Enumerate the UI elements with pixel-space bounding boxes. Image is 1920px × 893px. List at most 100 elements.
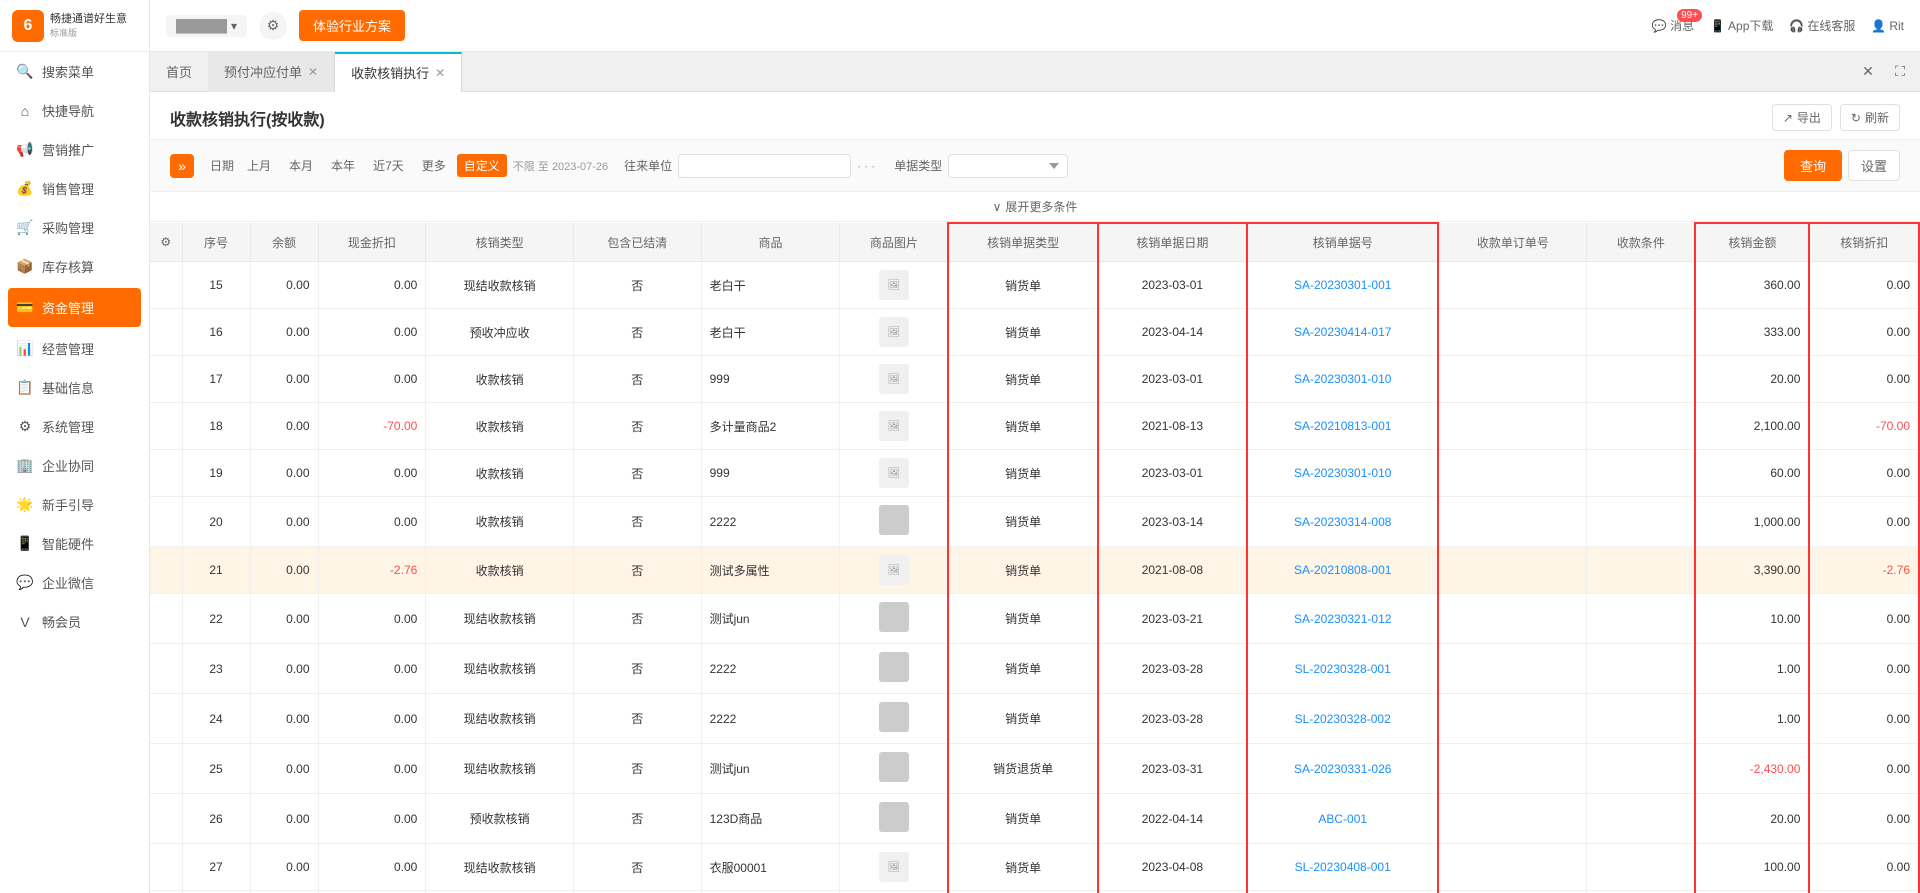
cell-docno[interactable]: SA-20230314-008 bbox=[1247, 497, 1438, 547]
cell-included: 否 bbox=[573, 309, 701, 356]
logo-icon: 6 bbox=[12, 10, 44, 42]
app-icon: 📱 bbox=[1710, 19, 1725, 33]
cell-docno[interactable]: SL-20230328-001 bbox=[1247, 644, 1438, 694]
cell-writeoffamount: 1.00 bbox=[1695, 694, 1809, 744]
tab-prepay-close[interactable]: ✕ bbox=[308, 66, 318, 78]
main-content: ██████ ▾ ⚙ 体验行业方案 💬 消息 99+ 📱 App下载 🎧 在线客… bbox=[150, 0, 1920, 893]
cell-docdate: 2023-03-14 bbox=[1098, 497, 1247, 547]
sidebar-item-label-corp: 企业协同 bbox=[42, 456, 94, 475]
sidebar-item-corp[interactable]: 🏢 企业协同 bbox=[0, 446, 149, 485]
user-icon: 👤 bbox=[1871, 19, 1886, 33]
docno-link[interactable]: SA-20230301-001 bbox=[1294, 278, 1391, 292]
sidebar-item-guide[interactable]: 🌟 新手引导 bbox=[0, 485, 149, 524]
expand-conditions-btn[interactable]: ∨ 展开更多条件 bbox=[993, 198, 1078, 215]
user-avatar[interactable]: 👤 Rit bbox=[1871, 19, 1904, 33]
tab-close-btn[interactable]: ✕ bbox=[1856, 60, 1880, 84]
cell-writeofftype: 现结收款核销 bbox=[426, 594, 574, 644]
tab-receipt-close[interactable]: ✕ bbox=[435, 67, 445, 79]
docno-link[interactable]: SA-20210813-001 bbox=[1294, 419, 1391, 433]
docno-link[interactable]: ABC-001 bbox=[1318, 812, 1367, 826]
docno-link[interactable]: SA-20230301-010 bbox=[1294, 466, 1391, 480]
sidebar-item-baseinfo[interactable]: 📋 基础信息 bbox=[0, 368, 149, 407]
message-btn[interactable]: 💬 消息 99+ bbox=[1652, 17, 1694, 34]
partner-filter-group: 往来单位 ··· bbox=[624, 154, 878, 178]
cell-docno[interactable]: SA-20210808-001 bbox=[1247, 547, 1438, 594]
tab-expand-btn[interactable]: ⛶ bbox=[1888, 60, 1912, 84]
cell-docno[interactable]: SA-20230301-010 bbox=[1247, 450, 1438, 497]
date-btn-lastmonth[interactable]: 上月 bbox=[240, 154, 278, 177]
cell-gear bbox=[150, 547, 182, 594]
partner-input[interactable] bbox=[678, 154, 851, 178]
company-selector[interactable]: ██████ ▾ bbox=[166, 15, 247, 37]
cell-included: 否 bbox=[573, 794, 701, 844]
partner-label: 往来单位 bbox=[624, 157, 672, 174]
cell-docno[interactable]: SA-20230414-017 bbox=[1247, 309, 1438, 356]
sales-icon: 💰 bbox=[16, 180, 34, 198]
sidebar-item-system[interactable]: ⚙ 系统管理 bbox=[0, 407, 149, 446]
export-icon: ↗ bbox=[1783, 111, 1793, 125]
tab-prepay[interactable]: 预付冲应付单 ✕ bbox=[208, 52, 335, 92]
sidebar-item-wechat[interactable]: 💬 企业微信 bbox=[0, 563, 149, 602]
export-btn[interactable]: ↗ 导出 bbox=[1772, 104, 1832, 131]
filter-toggle-btn[interactable]: » bbox=[170, 154, 194, 178]
settings-set-btn[interactable]: 设置 bbox=[1848, 150, 1900, 181]
cell-balance: 0.00 bbox=[250, 403, 318, 450]
industry-solution-btn[interactable]: 体验行业方案 bbox=[299, 10, 405, 41]
docno-link[interactable]: SA-20230331-026 bbox=[1294, 762, 1391, 776]
date-btn-7days[interactable]: 近7天 bbox=[366, 154, 411, 177]
product-image-placeholder: 🖼 bbox=[879, 270, 909, 300]
query-btn[interactable]: 查询 bbox=[1784, 150, 1842, 181]
sidebar-item-quicknav[interactable]: ⌂ 快捷导航 bbox=[0, 91, 149, 130]
wechat-icon: 💬 bbox=[16, 574, 34, 592]
docno-link[interactable]: SA-20230321-012 bbox=[1294, 612, 1391, 626]
cell-gear bbox=[150, 694, 182, 744]
cell-docno[interactable]: SL-20230408-001 bbox=[1247, 844, 1438, 891]
cell-docno[interactable]: SA-20230301-001 bbox=[1247, 262, 1438, 309]
docno-link[interactable]: SA-20230314-008 bbox=[1294, 515, 1391, 529]
cell-receiptorderno bbox=[1438, 594, 1586, 644]
cell-writeoffdisc: 0.00 bbox=[1809, 744, 1919, 794]
docno-link[interactable]: SA-20230301-010 bbox=[1294, 372, 1391, 386]
cell-doctype: 销货单 bbox=[948, 794, 1097, 844]
docno-link[interactable]: SL-20230328-002 bbox=[1295, 712, 1391, 726]
sidebar-item-finance[interactable]: 💳 资金管理 bbox=[8, 288, 141, 327]
sidebar-item-member[interactable]: V 畅会员 bbox=[0, 602, 149, 641]
cell-docno[interactable]: SA-20230321-012 bbox=[1247, 594, 1438, 644]
cell-docno[interactable]: SL-20230328-002 bbox=[1247, 694, 1438, 744]
docno-link[interactable]: SL-20230408-001 bbox=[1295, 860, 1391, 874]
online-service-btn[interactable]: 🎧 在线客服 bbox=[1789, 17, 1855, 34]
sidebar-item-hardware[interactable]: 📱 智能硬件 bbox=[0, 524, 149, 563]
cell-product: 999 bbox=[701, 356, 840, 403]
date-btn-thismonth[interactable]: 本月 bbox=[282, 154, 320, 177]
sidebar-item-purchase[interactable]: 🛒 采购管理 bbox=[0, 208, 149, 247]
cell-doctype: 销货单 bbox=[948, 844, 1097, 891]
refresh-btn[interactable]: ↻ 刷新 bbox=[1840, 104, 1900, 131]
user-label: Rit bbox=[1889, 19, 1904, 33]
date-btn-more[interactable]: 更多 bbox=[415, 154, 453, 177]
doctype-select[interactable] bbox=[948, 154, 1068, 178]
sidebar-item-inventory[interactable]: 📦 库存核算 bbox=[0, 247, 149, 286]
app-download-btn[interactable]: 📱 App下载 bbox=[1710, 17, 1773, 34]
docno-link[interactable]: SA-20210808-001 bbox=[1294, 563, 1391, 577]
sidebar-item-operations[interactable]: 📊 经营管理 bbox=[0, 329, 149, 368]
tab-home[interactable]: 首页 bbox=[150, 52, 208, 92]
col-header-gear[interactable]: ⚙ bbox=[150, 223, 182, 262]
settings-icon-btn[interactable]: ⚙ bbox=[259, 12, 287, 40]
date-btn-custom[interactable]: 自定义 bbox=[457, 154, 507, 177]
col-header-docdate: 核销单据日期 bbox=[1098, 223, 1247, 262]
cell-writeofftype: 收款核销 bbox=[426, 450, 574, 497]
docno-link[interactable]: SL-20230328-001 bbox=[1295, 662, 1391, 676]
cell-docno[interactable]: ABC-001 bbox=[1247, 794, 1438, 844]
sidebar-item-search[interactable]: 🔍 搜索菜单 bbox=[0, 52, 149, 91]
docno-link[interactable]: SA-20230414-017 bbox=[1294, 325, 1391, 339]
sidebar-item-sales[interactable]: 💰 销售管理 bbox=[0, 169, 149, 208]
cell-docno[interactable]: SA-20230331-026 bbox=[1247, 744, 1438, 794]
date-range-value: 不限 至 2023-07-26 bbox=[513, 158, 608, 174]
tab-receipt[interactable]: 收款核销执行 ✕ bbox=[335, 52, 462, 92]
cell-docno[interactable]: SA-20210813-001 bbox=[1247, 403, 1438, 450]
cell-receiptcondition bbox=[1587, 844, 1696, 891]
sidebar-item-marketing[interactable]: 📢 营销推广 bbox=[0, 130, 149, 169]
cell-docno[interactable]: SA-20230301-010 bbox=[1247, 356, 1438, 403]
date-btn-thisyear[interactable]: 本年 bbox=[324, 154, 362, 177]
cell-docdate: 2021-08-13 bbox=[1098, 403, 1247, 450]
